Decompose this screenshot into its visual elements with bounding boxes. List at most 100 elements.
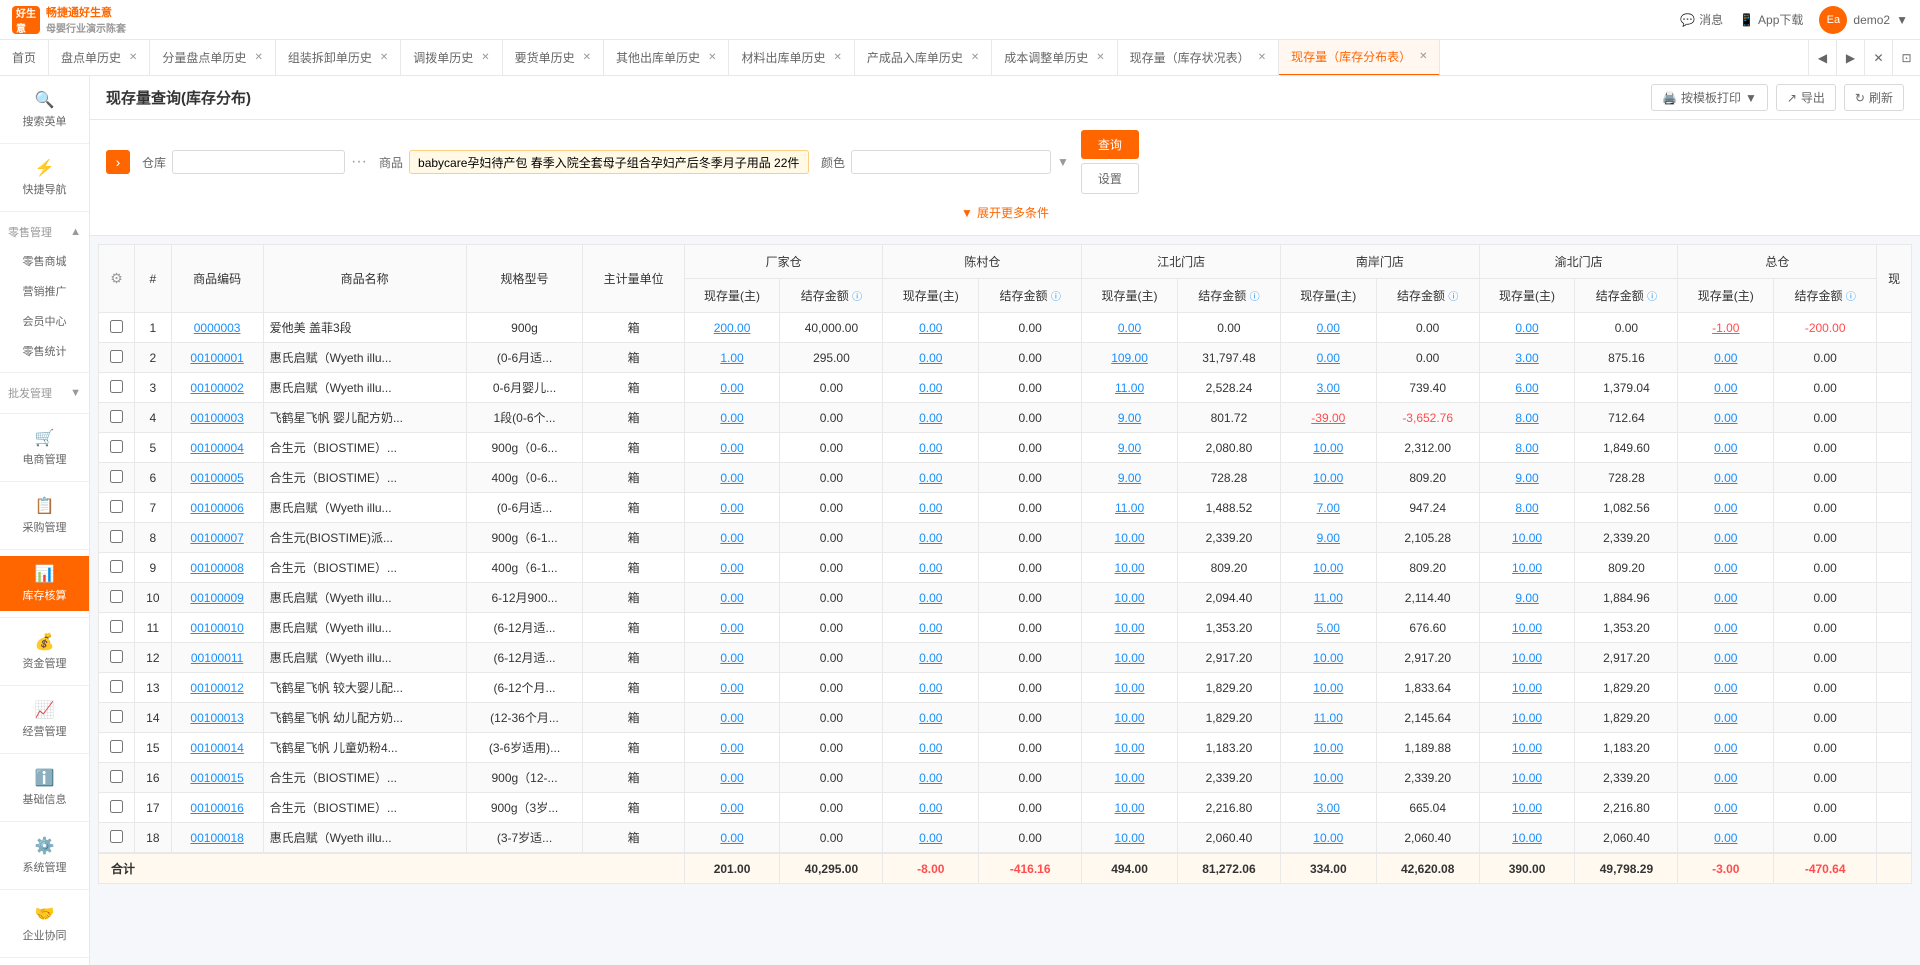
yubei-qty-link[interactable]: 10.00 bbox=[1512, 801, 1542, 815]
total-qty-link[interactable]: 0.00 bbox=[1714, 651, 1737, 665]
yubei-qty-link[interactable]: 9.00 bbox=[1515, 471, 1538, 485]
td-checkbox[interactable] bbox=[99, 673, 135, 703]
yubei-qty-link[interactable]: 10.00 bbox=[1512, 681, 1542, 695]
factory-qty-link[interactable]: 0.00 bbox=[720, 591, 743, 605]
factory-qty-link[interactable]: 0.00 bbox=[720, 441, 743, 455]
total-qty-link[interactable]: 0.00 bbox=[1714, 681, 1737, 695]
yubei-qty-link[interactable]: 8.00 bbox=[1515, 441, 1538, 455]
nanan-qty-link[interactable]: 0.00 bbox=[1317, 321, 1340, 335]
row-checkbox[interactable] bbox=[110, 320, 123, 333]
yubei-qty-link[interactable]: 10.00 bbox=[1512, 561, 1542, 575]
total-qty-link[interactable]: 0.00 bbox=[1714, 741, 1737, 755]
yubei-qty-link[interactable]: 3.00 bbox=[1515, 351, 1538, 365]
factory-qty-link[interactable]: 0.00 bbox=[720, 801, 743, 815]
code-link[interactable]: 00100013 bbox=[190, 711, 243, 725]
code-link[interactable]: 00100011 bbox=[191, 651, 244, 665]
tab-kcqk[interactable]: 现存量（库存状况表） ✕ bbox=[1118, 40, 1279, 76]
jiangbei-qty-link[interactable]: 10.00 bbox=[1115, 741, 1145, 755]
chenmao-qty-link[interactable]: 0.00 bbox=[919, 351, 942, 365]
total-qty-link[interactable]: 0.00 bbox=[1714, 801, 1737, 815]
nanan-qty-link[interactable]: 10.00 bbox=[1313, 561, 1343, 575]
query-btn[interactable]: 查询 bbox=[1081, 130, 1139, 159]
td-checkbox[interactable] bbox=[99, 373, 135, 403]
nanan-qty-link[interactable]: 10.00 bbox=[1313, 771, 1343, 785]
row-checkbox[interactable] bbox=[110, 710, 123, 723]
factory-qty-link[interactable]: 0.00 bbox=[720, 561, 743, 575]
tab-kcfb[interactable]: 现存量（库存分布表） ✕ bbox=[1279, 40, 1440, 76]
yubei-qty-link[interactable]: 10.00 bbox=[1512, 651, 1542, 665]
chenmao-qty-link[interactable]: 0.00 bbox=[919, 651, 942, 665]
chenmao-qty-link[interactable]: 0.00 bbox=[919, 321, 942, 335]
nanan-qty-link[interactable]: 10.00 bbox=[1313, 741, 1343, 755]
setting-btn[interactable]: 设置 bbox=[1081, 163, 1139, 194]
yubei-qty-link[interactable]: 10.00 bbox=[1512, 531, 1542, 545]
td-checkbox[interactable] bbox=[99, 463, 135, 493]
jiangbei-qty-link[interactable]: 10.00 bbox=[1115, 831, 1145, 845]
color-input[interactable] bbox=[851, 150, 1051, 174]
tab-ccrk[interactable]: 产成品入库单历史 ✕ bbox=[855, 40, 992, 76]
row-checkbox[interactable] bbox=[110, 830, 123, 843]
yubei-qty-link[interactable]: 6.00 bbox=[1515, 381, 1538, 395]
code-link[interactable]: 00100006 bbox=[190, 501, 243, 515]
row-checkbox[interactable] bbox=[110, 410, 123, 423]
factory-qty-link[interactable]: 200.00 bbox=[714, 321, 751, 335]
nanan-qty-link[interactable]: 5.00 bbox=[1317, 621, 1340, 635]
nanan-qty-link[interactable]: 7.00 bbox=[1317, 501, 1340, 515]
tab-close-all-btn[interactable]: ✕ bbox=[1864, 40, 1892, 76]
sidebar-item-finance[interactable]: 💰 资金管理 bbox=[0, 624, 89, 679]
chenmao-qty-link[interactable]: 0.00 bbox=[919, 411, 942, 425]
row-checkbox[interactable] bbox=[110, 680, 123, 693]
row-checkbox[interactable] bbox=[110, 740, 123, 753]
factory-qty-link[interactable]: 0.00 bbox=[720, 681, 743, 695]
chenmao-qty-link[interactable]: 0.00 bbox=[919, 531, 942, 545]
app-btn[interactable]: 📱 App下载 bbox=[1739, 11, 1803, 28]
yubei-qty-link[interactable]: 10.00 bbox=[1512, 621, 1542, 635]
code-link[interactable]: 00100015 bbox=[190, 771, 243, 785]
td-checkbox[interactable] bbox=[99, 403, 135, 433]
color-dropdown-icon[interactable]: ▼ bbox=[1057, 155, 1069, 169]
code-link[interactable]: 00100014 bbox=[190, 741, 243, 755]
export-btn[interactable]: ↗ 导出 bbox=[1776, 84, 1836, 111]
warehouse-input[interactable] bbox=[172, 150, 345, 174]
chevron-down-icon[interactable]: ▼ bbox=[1896, 13, 1908, 27]
yubei-qty-link[interactable]: 10.00 bbox=[1512, 741, 1542, 755]
chenmao-qty-link[interactable]: 0.00 bbox=[919, 621, 942, 635]
factory-qty-link[interactable]: 0.00 bbox=[720, 741, 743, 755]
jiangbei-qty-link[interactable]: 9.00 bbox=[1118, 441, 1141, 455]
code-link[interactable]: 00100012 bbox=[190, 681, 243, 695]
sidebar-item-retailshop[interactable]: 零售商城 bbox=[0, 246, 89, 276]
factory-qty-link[interactable]: 0.00 bbox=[720, 381, 743, 395]
tab-yaohuo[interactable]: 要货单历史 ✕ bbox=[503, 40, 604, 76]
td-checkbox[interactable] bbox=[99, 793, 135, 823]
chenmao-qty-link[interactable]: 0.00 bbox=[919, 471, 942, 485]
sidebar-item-ecom[interactable]: 🛒 电商管理 bbox=[0, 420, 89, 475]
jiangbei-qty-link[interactable]: 10.00 bbox=[1115, 591, 1145, 605]
tab-close-yaohuo[interactable]: ✕ bbox=[583, 52, 591, 63]
code-link[interactable]: 00100016 bbox=[190, 801, 243, 815]
tab-close-zuzhuang[interactable]: ✕ bbox=[380, 52, 388, 63]
nanan-qty-link[interactable]: 10.00 bbox=[1313, 651, 1343, 665]
tab-qtck[interactable]: 其他出库单历史 ✕ bbox=[604, 40, 729, 76]
chenmao-qty-link[interactable]: 0.00 bbox=[919, 381, 942, 395]
msg-btn[interactable]: 💬 消息 bbox=[1680, 11, 1723, 28]
nanan-qty-link[interactable]: 10.00 bbox=[1313, 831, 1343, 845]
tab-close-cbtz[interactable]: ✕ bbox=[1096, 52, 1104, 63]
factory-qty-link[interactable]: 0.00 bbox=[720, 531, 743, 545]
sidebar-item-member[interactable]: 会员中心 bbox=[0, 306, 89, 336]
total-qty-link[interactable]: 0.00 bbox=[1714, 501, 1737, 515]
tab-cbtz[interactable]: 成本调整单历史 ✕ bbox=[992, 40, 1117, 76]
td-checkbox[interactable] bbox=[99, 733, 135, 763]
sidebar-item-wholesale[interactable]: 批发管理 ▼ bbox=[0, 379, 89, 407]
sidebar-item-purchase[interactable]: 📋 采购管理 bbox=[0, 488, 89, 543]
chenmao-qty-link[interactable]: 0.00 bbox=[919, 801, 942, 815]
jiangbei-qty-link[interactable]: 0.00 bbox=[1118, 321, 1141, 335]
total-qty-link[interactable]: 0.00 bbox=[1714, 441, 1737, 455]
jiangbei-qty-link[interactable]: 9.00 bbox=[1118, 471, 1141, 485]
factory-qty-link[interactable]: 0.00 bbox=[720, 411, 743, 425]
total-qty-link[interactable]: 0.00 bbox=[1714, 621, 1737, 635]
sidebar-item-ops[interactable]: 📈 经营管理 bbox=[0, 692, 89, 747]
td-checkbox[interactable] bbox=[99, 313, 135, 343]
td-checkbox[interactable] bbox=[99, 613, 135, 643]
td-checkbox[interactable] bbox=[99, 763, 135, 793]
yubei-qty-link[interactable]: 10.00 bbox=[1512, 831, 1542, 845]
